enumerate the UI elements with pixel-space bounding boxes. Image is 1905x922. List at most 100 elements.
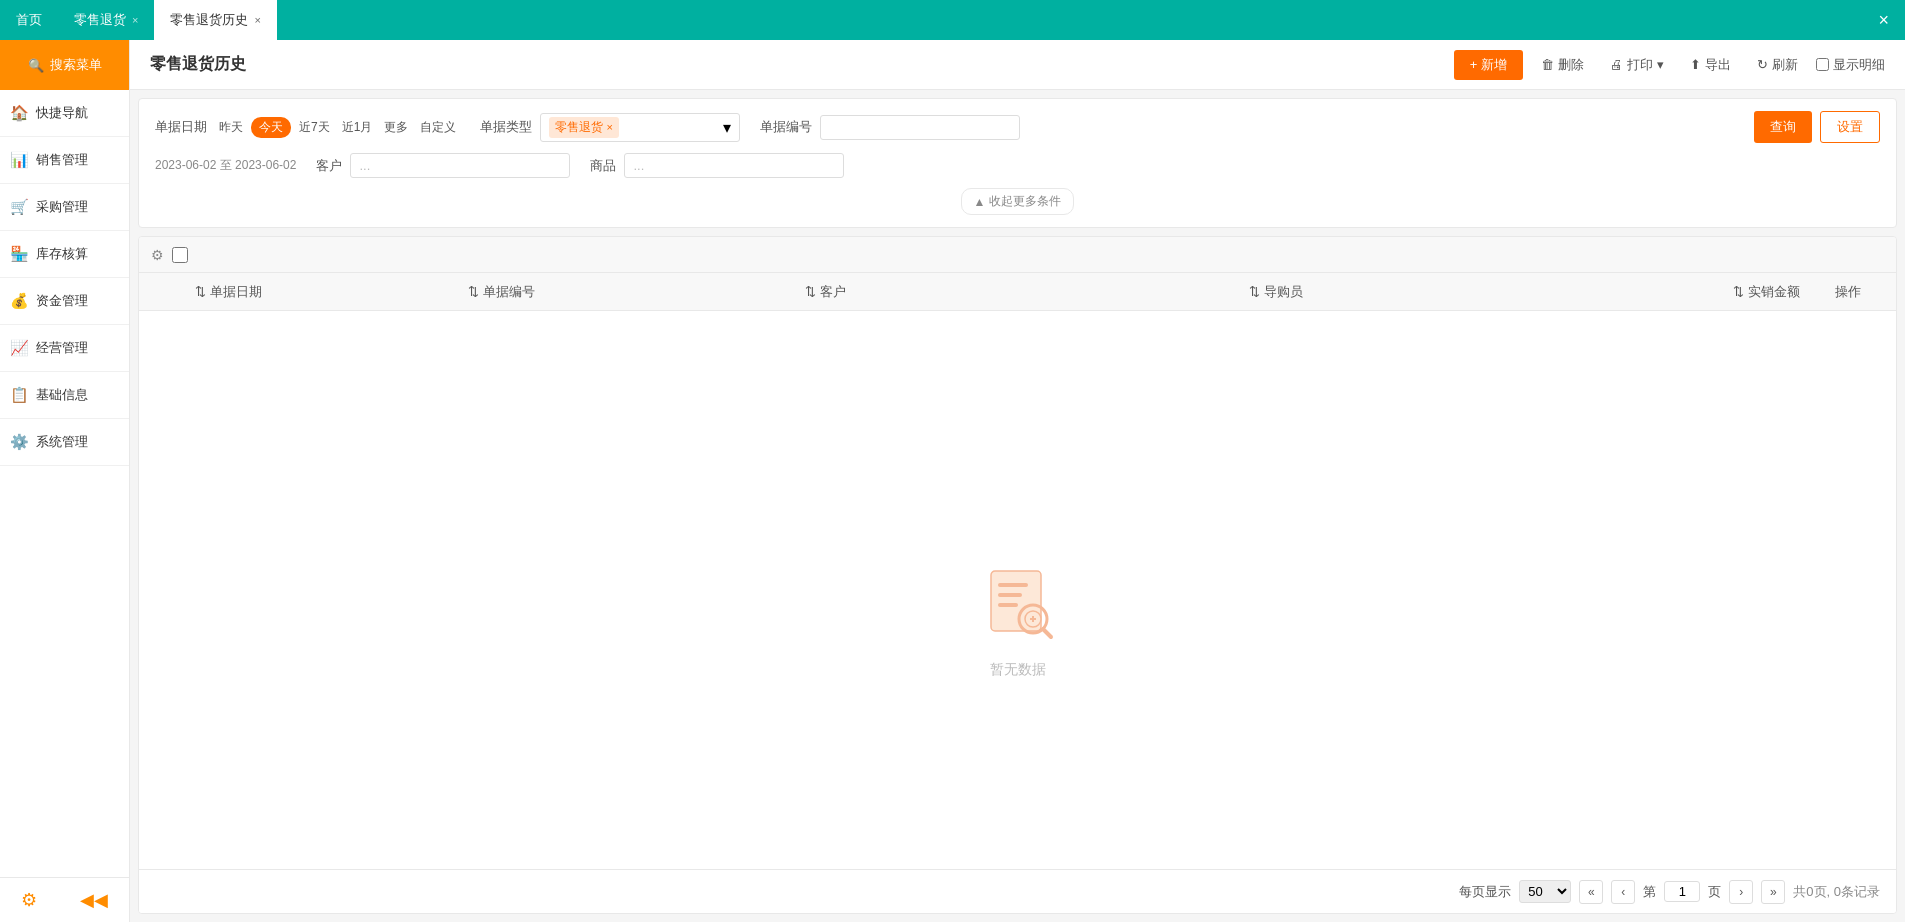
sort-asc-icon-guide: ⇅ — [1249, 284, 1260, 299]
customer-dots: ... — [359, 158, 370, 173]
tab-retail-return[interactable]: 零售退货 × — [58, 0, 154, 40]
sidebar-item-finance-label: 资金管理 — [36, 292, 88, 310]
table-container: ⚙ ⇅ 单据日期 ⇅ 单据编号 ⇅ 客户 ⇅ — [138, 236, 1897, 914]
purchase-icon: 🛒 — [10, 198, 28, 216]
top-bar: 首页 零售退货 × 零售退货历史 × × — [0, 0, 1905, 40]
empty-text: 暂无数据 — [990, 661, 1046, 679]
tab-retail-return-label: 零售退货 — [74, 11, 126, 29]
svg-rect-2 — [998, 593, 1022, 597]
goods-filter-input[interactable]: ... — [624, 153, 844, 178]
sidebar: 🔍 搜索菜单 🏠 快捷导航 📊 销售管理 🛒 采购管理 🏪 库存核算 💰 — [0, 40, 130, 922]
sidebar-sound-icon[interactable]: ◀◀ — [80, 889, 108, 911]
svg-rect-1 — [998, 583, 1028, 587]
add-button[interactable]: + 新增 — [1454, 50, 1523, 80]
th-num-label: 单据编号 — [483, 283, 535, 301]
sidebar-item-basic-info[interactable]: 📋 基础信息 — [0, 372, 129, 419]
collapse-label: 收起更多条件 — [989, 193, 1061, 210]
sidebar-item-basic-info-label: 基础信息 — [36, 386, 88, 404]
delete-label: 删除 — [1558, 56, 1584, 74]
search-icon: 🔍 — [28, 58, 44, 73]
tab-home[interactable]: 首页 — [0, 0, 58, 40]
window-close-button[interactable]: × — [1862, 10, 1905, 31]
setting-button[interactable]: 设置 — [1820, 111, 1880, 143]
type-tag-close[interactable]: × — [606, 121, 612, 133]
tab-retail-return-history[interactable]: 零售退货历史 × — [154, 0, 276, 40]
content-area: 零售退货历史 + 新增 🗑 删除 🖨 打印 ▾ ⬆ 导出 ↻ — [130, 40, 1905, 922]
sidebar-item-purchase[interactable]: 🛒 采购管理 — [0, 184, 129, 231]
type-filter-group: 单据类型 零售退货 × ▾ — [480, 113, 740, 142]
print-button[interactable]: 🖨 打印 ▾ — [1602, 52, 1672, 78]
first-page-button[interactable]: « — [1579, 880, 1603, 904]
sidebar-item-quick-nav-label: 快捷导航 — [36, 104, 88, 122]
sidebar-nav: 🏠 快捷导航 📊 销售管理 🛒 采购管理 🏪 库存核算 💰 资金管理 📈 — [0, 90, 129, 877]
show-detail-checkbox[interactable] — [1816, 58, 1829, 71]
sidebar-item-finance[interactable]: 💰 资金管理 — [0, 278, 129, 325]
query-button[interactable]: 查询 — [1754, 111, 1812, 143]
sidebar-settings-icon[interactable]: ⚙ — [21, 889, 37, 911]
date-opt-yesterday[interactable]: 昨天 — [215, 117, 247, 138]
sort-asc-icon-amount: ⇅ — [1733, 284, 1744, 299]
export-label: 导出 — [1705, 56, 1731, 74]
tab-retail-return-history-label: 零售退货历史 — [170, 11, 248, 29]
basic-info-icon: 📋 — [10, 386, 28, 404]
goods-dots: ... — [633, 158, 644, 173]
show-detail-toggle[interactable]: 显示明细 — [1816, 56, 1885, 74]
sidebar-item-operation-label: 经营管理 — [36, 339, 88, 357]
goods-filter-group: 商品 ... — [590, 153, 844, 178]
next-page-button[interactable]: › — [1729, 880, 1753, 904]
th-customer[interactable]: ⇅ 客户 — [797, 283, 1241, 301]
table-settings-icon[interactable]: ⚙ — [151, 247, 164, 263]
page-title: 零售退货历史 — [150, 54, 246, 75]
sidebar-search[interactable]: 🔍 搜索菜单 — [0, 40, 129, 90]
prev-page-button[interactable]: ‹ — [1611, 880, 1635, 904]
th-date-label: 单据日期 — [210, 283, 262, 301]
system-icon: ⚙️ — [10, 433, 28, 451]
delete-icon: 🗑 — [1541, 57, 1554, 72]
type-filter-select[interactable]: 零售退货 × ▾ — [540, 113, 740, 142]
sort-asc-icon-num: ⇅ — [468, 284, 479, 299]
tab-retail-return-close[interactable]: × — [132, 14, 138, 26]
per-page-select[interactable]: 50 10 20 100 — [1519, 880, 1571, 903]
sidebar-item-operation[interactable]: 📈 经营管理 — [0, 325, 129, 372]
th-guide[interactable]: ⇅ 导购员 — [1241, 283, 1578, 301]
last-page-button[interactable]: » — [1761, 880, 1785, 904]
customer-filter-input[interactable]: ... — [350, 153, 570, 178]
table-select-all-checkbox[interactable] — [172, 247, 188, 263]
id-filter-input[interactable] — [820, 115, 1020, 140]
date-range-display: 2023-06-02 至 2023-06-02 — [155, 157, 296, 174]
date-opt-more[interactable]: 更多 — [380, 117, 412, 138]
sidebar-item-sales[interactable]: 📊 销售管理 — [0, 137, 129, 184]
header-actions: + 新增 🗑 删除 🖨 打印 ▾ ⬆ 导出 ↻ 刷新 — [1454, 50, 1885, 80]
operation-icon: 📈 — [10, 339, 28, 357]
th-num[interactable]: ⇅ 单据编号 — [460, 283, 797, 301]
type-filter-label: 单据类型 — [480, 118, 532, 136]
empty-state: 暂无数据 — [973, 561, 1063, 679]
collapse-icon: ▲ — [974, 195, 986, 209]
date-opt-custom[interactable]: 自定义 — [416, 117, 460, 138]
export-button[interactable]: ⬆ 导出 — [1682, 52, 1739, 78]
sidebar-item-quick-nav[interactable]: 🏠 快捷导航 — [0, 90, 129, 137]
sort-asc-icon-customer: ⇅ — [805, 284, 816, 299]
date-opt-today[interactable]: 今天 — [251, 117, 291, 138]
sidebar-item-system[interactable]: ⚙️ 系统管理 — [0, 419, 129, 466]
type-tag-value: 零售退货 — [555, 119, 603, 136]
date-opt-1month[interactable]: 近1月 — [338, 117, 377, 138]
svg-rect-3 — [998, 603, 1018, 607]
filter-row-2: 2023-06-02 至 2023-06-02 客户 ... 商品 ... — [155, 153, 1880, 178]
date-opt-7days[interactable]: 近7天 — [295, 117, 334, 138]
page-number-input[interactable] — [1664, 881, 1700, 902]
delete-button[interactable]: 🗑 删除 — [1533, 52, 1592, 78]
svg-line-5 — [1043, 629, 1051, 637]
th-guide-label: 导购员 — [1264, 283, 1303, 301]
show-detail-label: 显示明细 — [1833, 56, 1885, 74]
refresh-button[interactable]: ↻ 刷新 — [1749, 52, 1806, 78]
th-date[interactable]: ⇅ 单据日期 — [187, 283, 460, 301]
th-amount[interactable]: ⇅ 实销金额 — [1578, 283, 1808, 301]
sidebar-item-inventory[interactable]: 🏪 库存核算 — [0, 231, 129, 278]
id-filter-group: 单据编号 — [760, 115, 1020, 140]
collapse-button[interactable]: ▲ 收起更多条件 — [961, 188, 1075, 215]
tab-retail-return-history-close[interactable]: × — [254, 14, 260, 26]
th-customer-label: 客户 — [820, 283, 846, 301]
th-op: 操作 — [1808, 283, 1888, 301]
customer-filter-group: 客户 ... — [316, 153, 570, 178]
